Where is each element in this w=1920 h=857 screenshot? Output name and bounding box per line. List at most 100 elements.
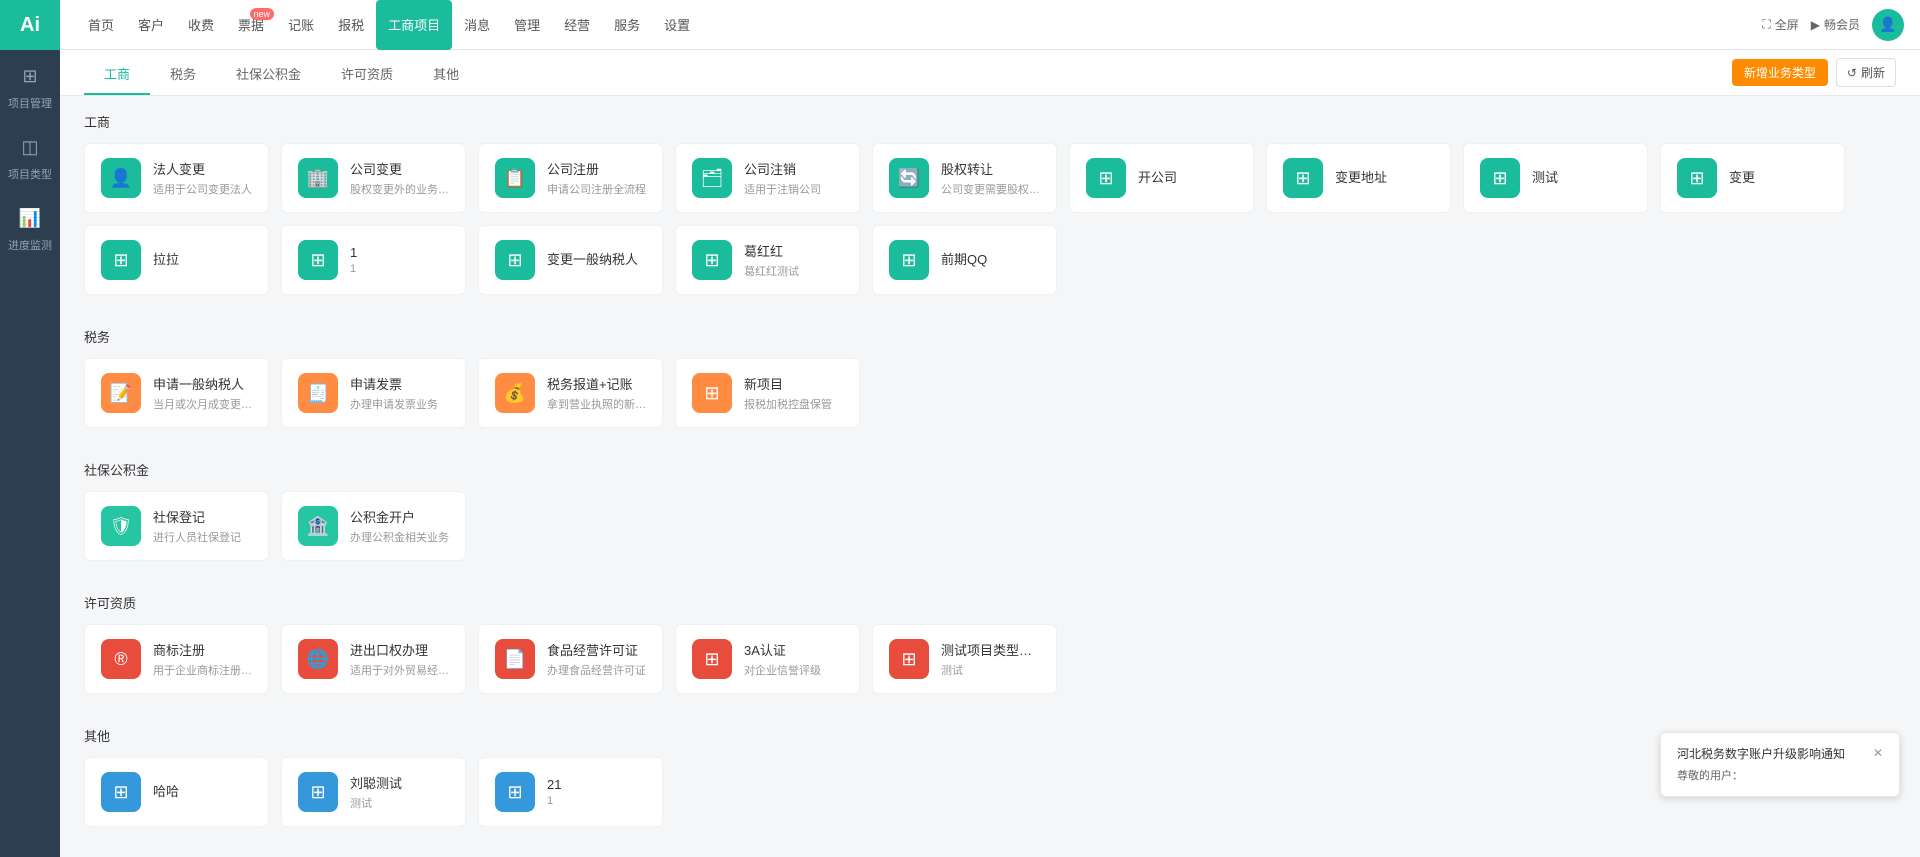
project-type-icon: ◫ <box>14 131 46 163</box>
toast-close-button[interactable]: ✕ <box>1873 746 1883 760</box>
card-icon-import-export: 🌐 <box>298 639 338 679</box>
card-desc: 适用于注销公司 <box>744 181 843 197</box>
card-test[interactable]: ⊞ 测试 <box>1463 143 1648 213</box>
tab-other[interactable]: 其他 <box>413 50 479 95</box>
tabs-actions: 新增业务类型 ↺ 刷新 <box>1732 58 1896 95</box>
card-company-cancel[interactable]: 🗂 公司注销 适用于注销公司 <box>675 143 860 213</box>
card-test-type[interactable]: ⊞ 测试项目类型自定义 测试 <box>872 624 1057 694</box>
nav-settings[interactable]: 设置 <box>652 0 702 50</box>
sidebar-item-progress-monitor[interactable]: 📊 进度监测 <box>0 192 60 263</box>
card-company-change[interactable]: 🏢 公司变更 股权变更外的业务变更 <box>281 143 466 213</box>
card-trademark[interactable]: ® 商标注册 用于企业商标注册服务 <box>84 624 269 694</box>
card-icon-test-type: ⊞ <box>889 639 929 679</box>
section-title-tax: 税务 <box>84 327 1896 346</box>
card-title: 税务报道+记账 <box>547 374 646 393</box>
card-equity-transfer[interactable]: 🔄 股权转让 公司变更需要股权转让 <box>872 143 1057 213</box>
nav-client[interactable]: 客户 <box>126 0 176 50</box>
nav-bookkeep[interactable]: 记账 <box>276 0 326 50</box>
card-import-export[interactable]: 🌐 进出口权办理 适用于对外贸易经营者 <box>281 624 466 694</box>
card-21[interactable]: ⊞ 21 1 <box>478 757 663 827</box>
nav-tax[interactable]: 报税 <box>326 0 376 50</box>
card-desc: 拿到营业执照的新公司 <box>547 396 646 412</box>
refresh-button[interactable]: ↺ 刷新 <box>1836 58 1896 87</box>
card-fund-open[interactable]: 🏦 公积金开户 办理公积金相关业务 <box>281 491 466 561</box>
card-lala[interactable]: ⊞ 拉拉 <box>84 225 269 295</box>
fullscreen-btn[interactable]: ⛶ 全屏 <box>1762 16 1798 33</box>
card-prev-qq[interactable]: ⊞ 前期QQ <box>872 225 1057 295</box>
toast-title: 河北税务数字账户升级影响通知 <box>1677 745 1845 762</box>
card-apply-taxpayer[interactable]: 📝 申请一般纳税人 当月或次月成变更完成 <box>84 358 269 428</box>
tab-social-fund[interactable]: 社保公积金 <box>216 50 321 95</box>
card-legal-change[interactable]: 👤 法人变更 适用于公司变更法人 <box>84 143 269 213</box>
tab-license[interactable]: 许可资质 <box>321 50 413 95</box>
card-icon-test: ⊞ <box>1480 158 1520 198</box>
card-title: 新项目 <box>744 374 843 393</box>
card-title: 变更 <box>1729 167 1828 186</box>
card-title: 1 <box>350 245 449 260</box>
card-company-register[interactable]: 📋 公司注册 申请公司注册全流程 <box>478 143 663 213</box>
card-icon-gehonghong: ⊞ <box>692 240 732 280</box>
card-icon-trademark: ® <box>101 639 141 679</box>
card-icon-change: ⊞ <box>1677 158 1717 198</box>
card-gehonghong[interactable]: ⊞ 葛红红 葛红红测试 <box>675 225 860 295</box>
refresh-icon: ↺ <box>1847 66 1857 80</box>
nav-service[interactable]: 服务 <box>602 0 652 50</box>
card-social-register[interactable]: 🛡 社保登记 进行人员社保登记 <box>84 491 269 561</box>
card-1[interactable]: ⊞ 1 1 <box>281 225 466 295</box>
card-icon-tax-bookkeep: 💰 <box>495 373 535 413</box>
section-other: 其他 ⊞ 哈哈 ⊞ 刘聪测试 测试 ⊞ <box>60 710 1920 827</box>
card-change-address[interactable]: ⊞ 变更地址 <box>1266 143 1451 213</box>
toast-body: 尊敬的用户： <box>1677 768 1883 785</box>
tab-tax[interactable]: 税务 <box>150 50 216 95</box>
sidebar-item-project-manage[interactable]: ⊞ 项目管理 <box>0 50 60 121</box>
card-new-project[interactable]: ⊞ 新项目 报税加税控盘保管 <box>675 358 860 428</box>
card-desc: 1 <box>350 263 449 275</box>
tab-industry[interactable]: 工商 <box>84 50 150 95</box>
card-3a[interactable]: ⊞ 3A认证 对企业信誉评级 <box>675 624 860 694</box>
card-icon-food-license: 📄 <box>495 639 535 679</box>
card-desc: 进行人员社保登记 <box>153 529 252 545</box>
card-desc: 用于企业商标注册服务 <box>153 662 252 678</box>
cards-grid-other: ⊞ 哈哈 ⊞ 刘聪测试 测试 ⊞ 21 <box>84 757 1896 827</box>
section-tax: 税务 📝 申请一般纳税人 当月或次月成变更完成 🧾 申请发票 办理申请发票业务 <box>60 311 1920 428</box>
sidebar-logo: Ai <box>0 0 60 50</box>
card-icon-company-cancel: 🗂 <box>692 158 732 198</box>
card-icon-new-project: ⊞ <box>692 373 732 413</box>
fullscreen-icon: ⛶ <box>1762 17 1770 32</box>
nav-ticket[interactable]: 票据 new <box>226 0 276 50</box>
card-liucong[interactable]: ⊞ 刘聪测试 测试 <box>281 757 466 827</box>
card-desc: 办理申请发票业务 <box>350 396 449 412</box>
nav-message[interactable]: 消息 <box>452 0 502 50</box>
nav-home[interactable]: 首页 <box>76 0 126 50</box>
card-desc: 对企业信誉评级 <box>744 662 843 678</box>
card-desc: 办理食品经营许可证 <box>547 662 646 678</box>
card-tax-bookkeep[interactable]: 💰 税务报道+记账 拿到营业执照的新公司 <box>478 358 663 428</box>
member-btn[interactable]: ▶ 畅会员 <box>1811 16 1860 33</box>
card-title: 申请发票 <box>350 374 449 393</box>
card-desc: 1 <box>547 795 646 807</box>
card-food-license[interactable]: 📄 食品经营许可证 办理食品经营许可证 <box>478 624 663 694</box>
card-title: 公积金开户 <box>350 507 449 526</box>
avatar[interactable]: 👤 <box>1872 9 1904 41</box>
nav-billing[interactable]: 收费 <box>176 0 226 50</box>
card-title: 社保登记 <box>153 507 252 526</box>
card-open-company[interactable]: ⊞ 开公司 <box>1069 143 1254 213</box>
card-icon-social-register: 🛡 <box>101 506 141 546</box>
section-title-social-fund: 社保公积金 <box>84 460 1896 479</box>
topnav-right: ⛶ 全屏 ▶ 畅会员 👤 <box>1762 9 1904 41</box>
card-change-taxpayer[interactable]: ⊞ 变更一般纳税人 <box>478 225 663 295</box>
nav-industry[interactable]: 工商项目 <box>376 0 452 50</box>
new-type-button[interactable]: 新增业务类型 <box>1732 59 1828 86</box>
card-desc: 当月或次月成变更完成 <box>153 396 252 412</box>
nav-manage[interactable]: 管理 <box>502 0 552 50</box>
section-industry: 工商 👤 法人变更 适用于公司变更法人 🏢 公司变更 股权变更外的业务变更 <box>60 96 1920 295</box>
card-title: 前期QQ <box>941 249 1040 268</box>
card-haha[interactable]: ⊞ 哈哈 <box>84 757 269 827</box>
card-icon-21: ⊞ <box>495 772 535 812</box>
project-manage-icon: ⊞ <box>14 60 46 92</box>
sidebar-item-project-type[interactable]: ◫ 项目类型 <box>0 121 60 192</box>
card-apply-invoice[interactable]: 🧾 申请发票 办理申请发票业务 <box>281 358 466 428</box>
toast: 河北税务数字账户升级影响通知 ✕ 尊敬的用户： <box>1660 732 1900 798</box>
nav-operate[interactable]: 经营 <box>552 0 602 50</box>
card-change[interactable]: ⊞ 变更 <box>1660 143 1845 213</box>
